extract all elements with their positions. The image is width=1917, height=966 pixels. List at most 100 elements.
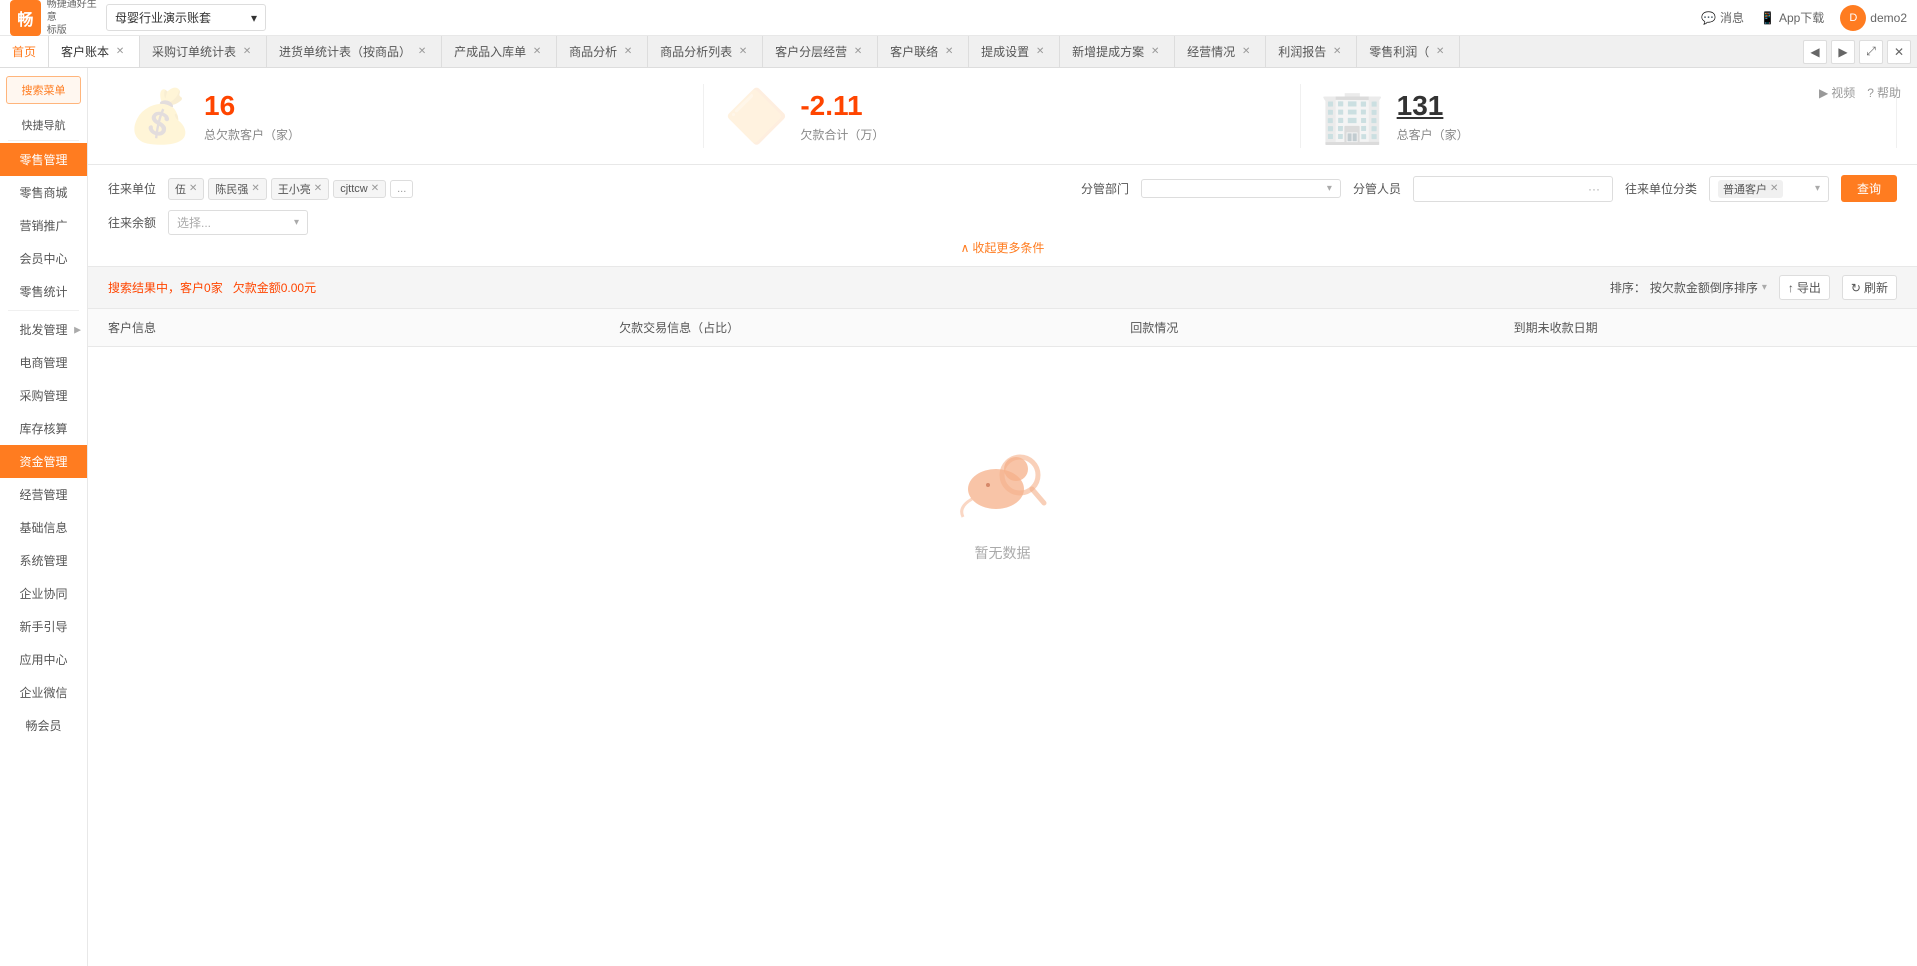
filter-tag-category-text: 普通客户 — [1723, 181, 1767, 197]
tab-customer-ops-label: 客户分层经营 — [775, 43, 847, 60]
filter-label-unit: 往来单位 — [108, 180, 156, 197]
search-button[interactable]: 查询 — [1841, 175, 1897, 202]
tab-inbound-stats[interactable]: 进货单统计表（按商品） ✕ — [267, 36, 442, 68]
tab-prev-btn[interactable]: ◀ — [1803, 40, 1827, 64]
tab-home[interactable]: 首页 — [0, 36, 49, 68]
help-label: 帮助 — [1877, 84, 1901, 101]
filter-tags-unit: 伍 ✕ 陈民强 ✕ 王小亮 ✕ cjttcw ✕ — [168, 178, 1069, 200]
tab-customer-ops[interactable]: 客户分层经营 ✕ — [763, 36, 878, 68]
stat-info-2: -2.11 欠款合计（万） — [800, 89, 884, 144]
tab-prompt-settings-close[interactable]: ✕ — [1033, 45, 1047, 59]
filter-person-more-icon[interactable]: ··· — [1584, 180, 1604, 198]
sidebar-item-member[interactable]: 会员中心 — [0, 242, 87, 275]
sidebar-item-sys-mgmt[interactable]: 系统管理 — [0, 544, 87, 577]
tab-ops-status-close[interactable]: ✕ — [1239, 45, 1253, 59]
tab-product-analysis-list-label: 商品分析列表 — [660, 43, 732, 60]
tab-expand-btn[interactable]: ⤢ — [1859, 40, 1883, 64]
user-menu[interactable]: D demo2 — [1840, 5, 1907, 31]
sidebar-item-ops-mgmt[interactable]: 经营管理 — [0, 478, 87, 511]
help-btn[interactable]: ? 帮助 — [1867, 84, 1901, 101]
sidebar-item-basic-info-label: 基础信息 — [19, 521, 67, 535]
tab-new-prompt-close[interactable]: ✕ — [1148, 45, 1162, 59]
tab-purchase-orders-close[interactable]: ✕ — [240, 45, 254, 59]
tab-cost-inbound[interactable]: 产成品入库单 ✕ — [442, 36, 557, 68]
sidebar-item-ecommerce[interactable]: 电商管理 — [0, 346, 87, 379]
sidebar-item-enterprise[interactable]: 企业协同 — [0, 577, 87, 610]
tab-customer-contact[interactable]: 客户联络 ✕ — [878, 36, 969, 68]
sidebar-quick-nav[interactable]: 快捷导航 — [0, 112, 87, 138]
filter-tag-category-remove[interactable]: ✕ — [1770, 183, 1778, 194]
sidebar-item-inventory[interactable]: 库存核算 — [0, 412, 87, 445]
collapse-btn[interactable]: ∧ 收起更多条件 — [961, 239, 1045, 256]
sort-arrow-icon: ▾ — [1762, 282, 1767, 293]
sidebar-item-inventory-label: 库存核算 — [19, 422, 67, 436]
tab-close-all-btn[interactable]: ✕ — [1887, 40, 1911, 64]
tab-prompt-settings[interactable]: 提成设置 ✕ — [969, 36, 1060, 68]
sidebar-item-enterprise-wechat[interactable]: 企业微信 — [0, 676, 87, 709]
results-amount-value: 0.00 — [281, 281, 304, 295]
sidebar-item-retail[interactable]: 零售管理 — [0, 143, 87, 176]
stat-value-3: 131 — [1397, 89, 1469, 123]
sidebar-item-finance[interactable]: 资金管理 — [0, 445, 87, 478]
sidebar-item-vip-member[interactable]: 畅会员 — [0, 709, 87, 742]
tab-product-analysis[interactable]: 商品分析 ✕ — [557, 36, 648, 68]
filter-tag-cjttcw: cjttcw ✕ — [333, 180, 386, 198]
filter-dept-select[interactable]: ▾ — [1141, 179, 1341, 198]
tab-profit-report[interactable]: 利润报告 ✕ — [1266, 36, 1357, 68]
sidebar-item-wholesale[interactable]: 批发管理 ▶ — [0, 313, 87, 346]
tab-profit-report-close[interactable]: ✕ — [1330, 45, 1344, 59]
tab-inbound-stats-close[interactable]: ✕ — [415, 45, 429, 59]
filter-tag-wang-remove[interactable]: ✕ — [314, 183, 322, 194]
filter-tag-cjttcw-remove[interactable]: ✕ — [371, 183, 379, 194]
tab-customer-ops-close[interactable]: ✕ — [851, 45, 865, 59]
refresh-btn[interactable]: ↻ 刷新 — [1842, 275, 1897, 300]
tab-purchase-orders[interactable]: 采购订单统计表 ✕ — [140, 36, 267, 68]
tab-product-analysis-list[interactable]: 商品分析列表 ✕ — [648, 36, 763, 68]
tab-new-prompt[interactable]: 新增提成方案 ✕ — [1060, 36, 1175, 68]
filter-category-select[interactable]: 普通客户 ✕ ▾ — [1709, 176, 1829, 202]
tab-accounts-close[interactable]: ✕ — [113, 45, 127, 59]
sidebar-item-marketing-label: 营销推广 — [19, 219, 67, 233]
sidebar-item-app-center[interactable]: 应用中心 — [0, 643, 87, 676]
tab-product-analysis-close[interactable]: ✕ — [621, 45, 635, 59]
sort-select[interactable]: 排序： 按欠款金额倒序排序 ▾ — [1610, 279, 1767, 296]
tab-customer-contact-close[interactable]: ✕ — [942, 45, 956, 59]
sidebar-search-btn[interactable]: 搜索菜单 — [6, 76, 81, 104]
tab-product-analysis-list-close[interactable]: ✕ — [736, 45, 750, 59]
filter-balance-select[interactable]: 选择... ▾ — [168, 210, 308, 235]
sidebar-item-wholesale-label: 批发管理 — [19, 323, 67, 337]
refresh-label: 刷新 — [1864, 279, 1888, 296]
sidebar-item-purchase[interactable]: 采购管理 — [0, 379, 87, 412]
results-bar: 搜索结果中，客户0家 欠款金额0.00元 排序： 按欠款金额倒序排序 ▾ ↑ 导… — [88, 267, 1917, 309]
filter-tag-more[interactable]: ... — [390, 180, 413, 198]
sidebar-item-new-guide[interactable]: 新手引导 — [0, 610, 87, 643]
sidebar-item-retail-stats[interactable]: 零售统计 — [0, 275, 87, 308]
sidebar: 搜索菜单 快捷导航 零售管理 零售商城 营销推广 会员中心 零售统计 批发管理 … — [0, 68, 88, 966]
stat-label-3: 总客户（家） — [1397, 126, 1469, 143]
tab-retail-profit-close[interactable]: ✕ — [1433, 45, 1447, 59]
message-btn[interactable]: 💬 消息 — [1701, 9, 1744, 26]
user-name: demo2 — [1870, 11, 1907, 25]
sidebar-item-marketing[interactable]: 营销推广 — [0, 209, 87, 242]
main-layout: 搜索菜单 快捷导航 零售管理 零售商城 营销推广 会员中心 零售统计 批发管理 … — [0, 68, 1917, 966]
tab-next-btn[interactable]: ▶ — [1831, 40, 1855, 64]
filter-tag-wu-remove[interactable]: ✕ — [189, 183, 197, 194]
export-btn[interactable]: ↑ 导出 — [1779, 275, 1830, 300]
tab-retail-profit[interactable]: 零售利润（ ✕ — [1357, 36, 1460, 68]
tab-customer-contact-label: 客户联络 — [890, 43, 938, 60]
sort-label: 排序： — [1610, 279, 1646, 296]
video-btn[interactable]: ▶ 视频 — [1819, 84, 1855, 101]
filter-balance-arrow-icon: ▾ — [294, 217, 299, 228]
results-info: 搜索结果中，客户0家 欠款金额0.00元 — [108, 279, 316, 296]
tab-ops-status-label: 经营情况 — [1187, 43, 1235, 60]
sidebar-item-basic-info[interactable]: 基础信息 — [0, 511, 87, 544]
sidebar-item-retail-mall[interactable]: 零售商城 — [0, 176, 87, 209]
workspace-selector[interactable]: 母婴行业演示账套 ▾ — [106, 4, 266, 31]
tab-accounts[interactable]: 客户账本 ✕ — [49, 36, 140, 68]
app-download-btn[interactable]: 📱 App下载 — [1760, 9, 1824, 26]
logo-area: 畅 畅捷通好生意 标版 — [10, 0, 98, 37]
filter-person-select[interactable]: ··· — [1413, 176, 1613, 202]
tab-cost-inbound-close[interactable]: ✕ — [530, 45, 544, 59]
tab-ops-status[interactable]: 经营情况 ✕ — [1175, 36, 1266, 68]
filter-tag-chen-remove[interactable]: ✕ — [251, 183, 259, 194]
